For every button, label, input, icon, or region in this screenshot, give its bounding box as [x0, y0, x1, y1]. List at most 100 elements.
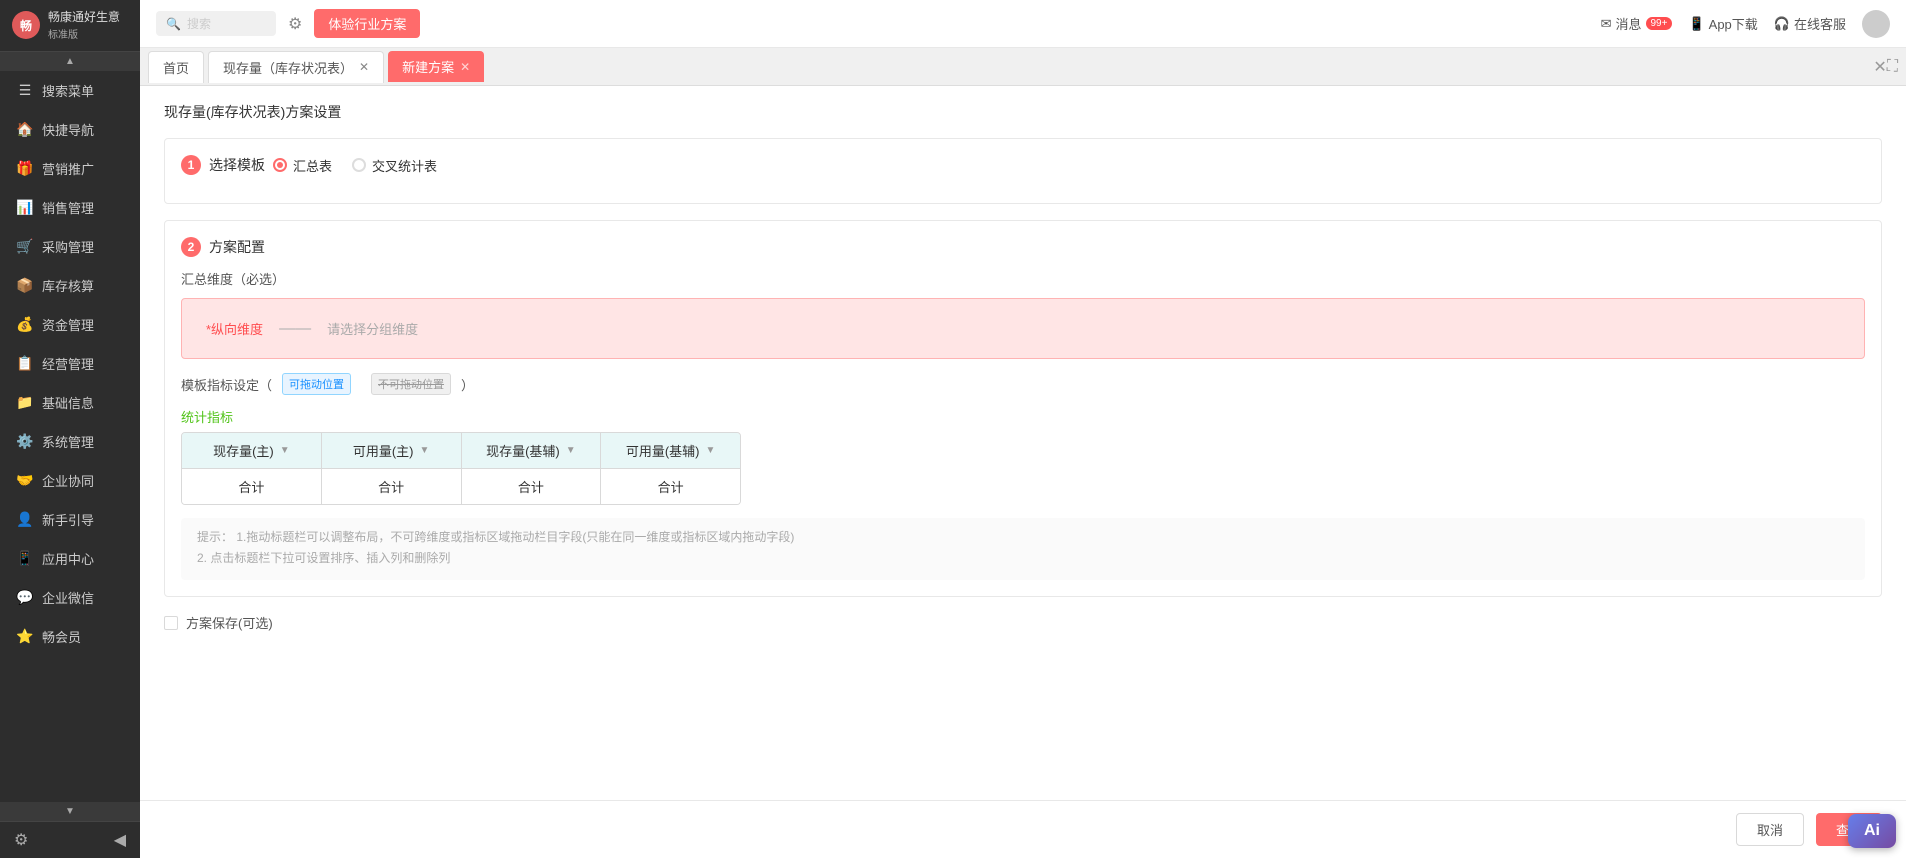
stats-header-cell-1[interactable]: 可用量(主) ▼ [322, 433, 462, 468]
tab-home[interactable]: 首页 [148, 51, 204, 83]
sidebar-item-wechat[interactable]: 💬 企业微信 [0, 578, 140, 617]
main-area: 🔍 搜索 ⚙ 体验行业方案 ✉ 消息 99+ 📱 App下载 🎧 在线客服 [140, 0, 1906, 858]
save-checkbox[interactable] [164, 616, 178, 630]
sidebar-item-marketing[interactable]: 🎁 营销推广 [0, 149, 140, 188]
sidebar-item-label: 快捷导航 [42, 120, 94, 139]
sidebar-item-label: 经营管理 [42, 354, 94, 373]
step1-badge: 1 [181, 155, 201, 175]
sidebar-item-guide[interactable]: 👤 新手引导 [0, 500, 140, 539]
gift-icon: 🎁 [16, 159, 34, 177]
step1-header: 1 选择模板 汇总表 交叉统计表 [181, 155, 1865, 175]
save-option: 方案保存(可选) [164, 613, 1882, 632]
sidebar-item-label: 搜索菜单 [42, 81, 94, 100]
stats-cell-0-1: 合计 [322, 469, 462, 504]
search-menu-icon: ☰ [16, 81, 34, 99]
stats-col-dropdown-0[interactable]: 现存量(主) ▼ [213, 441, 290, 460]
indicator-label: 模板指标设定（ 可拖动位置 不可拖动位置 ） [181, 373, 1865, 395]
box-icon: 📦 [16, 276, 34, 294]
ai-button[interactable]: Ai [1848, 814, 1896, 848]
industry-plan-button[interactable]: 体验行业方案 [314, 9, 420, 38]
sidebar-item-inventory[interactable]: 📦 库存核算 [0, 266, 140, 305]
draggable-tag: 可拖动位置 [282, 373, 351, 395]
template-select: 汇总表 交叉统计表 [273, 156, 437, 175]
tab-close-new-plan[interactable]: ✕ [460, 60, 470, 74]
sidebar-item-finance[interactable]: 💰 资金管理 [0, 305, 140, 344]
tip-item-1: 2. 点击标题栏下拉可设置排序、插入列和删除列 [197, 549, 1849, 566]
cancel-button[interactable]: 取消 [1736, 813, 1804, 846]
radio-cross-dot[interactable] [352, 158, 366, 172]
chart-icon: 📊 [16, 198, 34, 216]
stats-header-row: 现存量(主) ▼ 可用量(主) ▼ 现存量(基辅 [182, 433, 740, 469]
stats-header-cell-0[interactable]: 现存量(主) ▼ [182, 433, 322, 468]
tab-label: 现存量（库存状况表） [223, 58, 353, 77]
stats-cell-0-0: 合计 [182, 469, 322, 504]
sidebar-item-purchase[interactable]: 🛒 采购管理 [0, 227, 140, 266]
user-profile[interactable] [1862, 10, 1890, 38]
stats-col-dropdown-2[interactable]: 现存量(基辅) ▼ [486, 441, 576, 460]
tab-label: 新建方案 [402, 57, 454, 76]
step2-badge: 2 [181, 237, 201, 257]
sidebar-item-enterprise[interactable]: 🤝 企业协同 [0, 461, 140, 500]
sidebar-item-app-center[interactable]: 📱 应用中心 [0, 539, 140, 578]
stats-cell-0-2: 合计 [462, 469, 602, 504]
home-icon: 🏠 [16, 120, 34, 138]
maximize-window-button[interactable]: ⛶ [1887, 58, 1898, 76]
clipboard-icon: 📋 [16, 354, 34, 372]
radio-summary-dot[interactable] [273, 158, 287, 172]
tab-close-inventory[interactable]: ✕ [359, 60, 369, 74]
sidebar-item-system[interactable]: ⚙️ 系统管理 [0, 422, 140, 461]
chevron-down-icon: ▼ [566, 445, 576, 456]
step2-section: 2 方案配置 汇总维度（必选） *纵向维度 —— 请选择分组维度 模板指标设定（… [164, 220, 1882, 597]
sidebar-item-sales[interactable]: 📊 销售管理 [0, 188, 140, 227]
stats-table: 现存量(主) ▼ 可用量(主) ▼ 现存量(基辅 [181, 432, 741, 505]
page-title: 现存量(库存状况表)方案设置 [164, 102, 1882, 122]
mobile-icon: 📱 [16, 549, 34, 567]
sidebar-item-label: 企业微信 [42, 588, 94, 607]
stats-header-cell-3[interactable]: 可用量(基辅) ▼ [601, 433, 740, 468]
toggle-sidebar-icon[interactable]: ◀ [114, 830, 126, 850]
stats-col-dropdown-1[interactable]: 可用量(主) ▼ [353, 441, 430, 460]
indicator-settings: 模板指标设定（ 可拖动位置 不可拖动位置 ） [181, 373, 1865, 395]
user-icon: 👤 [16, 510, 34, 528]
sidebar-item-basic-info[interactable]: 📁 基础信息 [0, 383, 140, 422]
handshake-icon: 🤝 [16, 471, 34, 489]
star-icon: ⭐ [16, 627, 34, 645]
sidebar-nav: ☰ 搜索菜单 🏠 快捷导航 🎁 营销推广 📊 销售管理 🛒 采购管理 📦 库存核… [0, 71, 140, 802]
sidebar-item-member[interactable]: ⭐ 畅会员 [0, 617, 140, 656]
dimension-box: *纵向维度 —— 请选择分组维度 [181, 298, 1865, 359]
tab-inventory-status[interactable]: 现存量（库存状况表） ✕ [208, 51, 384, 83]
app-name: 畅康通好生意 标准版 [48, 10, 120, 41]
app-download-button[interactable]: 📱 App下载 [1688, 14, 1757, 33]
sidebar-scroll-down[interactable]: ▼ [0, 802, 140, 821]
sidebar-item-label: 销售管理 [42, 198, 94, 217]
app-logo-icon: 畅 [12, 11, 40, 39]
stats-col-dropdown-3[interactable]: 可用量(基辅) ▼ [626, 441, 716, 460]
header-search[interactable]: 🔍 搜索 [156, 11, 276, 36]
close-window-button[interactable]: ✕ [1873, 57, 1886, 77]
sidebar-item-quick-nav[interactable]: 🏠 快捷导航 [0, 110, 140, 149]
sidebar-item-search-menu[interactable]: ☰ 搜索菜单 [0, 71, 140, 110]
chevron-down-icon: ▼ [706, 445, 716, 456]
bottom-bar: 取消 查询 [140, 800, 1906, 858]
dimension-arrow: —— [279, 320, 311, 338]
sidebar-footer: ⚙ ◀ [0, 821, 140, 858]
settings-footer-icon[interactable]: ⚙ [14, 830, 28, 850]
tab-new-plan[interactable]: 新建方案 ✕ [388, 51, 484, 82]
message-button[interactable]: ✉ 消息 99+ [1601, 14, 1673, 33]
sidebar-item-label: 采购管理 [42, 237, 94, 256]
non-draggable-tag: 不可拖动位置 [371, 373, 451, 395]
dimension-placeholder[interactable]: 请选择分组维度 [327, 319, 418, 338]
stats-header-cell-2[interactable]: 现存量(基辅) ▼ [462, 433, 602, 468]
radio-summary[interactable]: 汇总表 [273, 156, 332, 175]
save-label: 方案保存(可选) [186, 613, 273, 632]
sidebar-item-label: 新手引导 [42, 510, 94, 529]
customer-service-button[interactable]: 🎧 在线客服 [1774, 14, 1846, 33]
sidebar-item-operations[interactable]: 📋 经营管理 [0, 344, 140, 383]
sidebar-item-label: 企业协同 [42, 471, 94, 490]
radio-cross[interactable]: 交叉统计表 [352, 156, 437, 175]
settings-icon[interactable]: ⚙ [288, 14, 302, 34]
header-right: ✉ 消息 99+ 📱 App下载 🎧 在线客服 [1601, 10, 1890, 38]
tabs-bar: 首页 现存量（库存状况表） ✕ 新建方案 ✕ ✕ ⛶ [140, 48, 1906, 86]
money-icon: 💰 [16, 315, 34, 333]
sidebar-scroll-up[interactable]: ▲ [0, 52, 140, 71]
